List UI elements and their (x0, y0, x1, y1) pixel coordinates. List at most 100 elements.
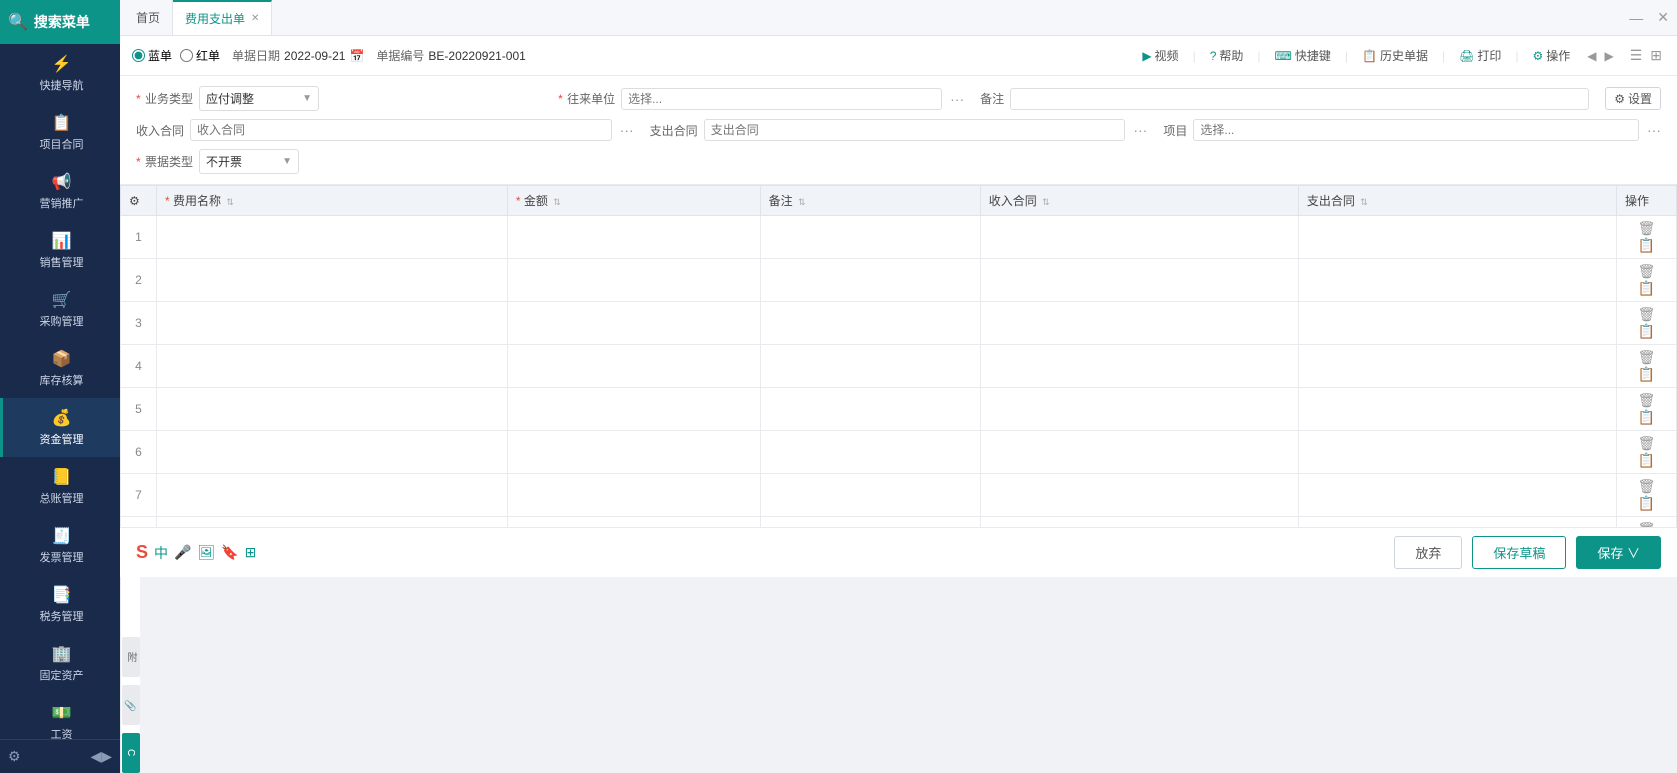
cell-expense-contract[interactable] (1298, 388, 1616, 431)
footer-icon-grid[interactable]: ⊞ (245, 544, 257, 561)
sidebar-item-fixed-assets[interactable]: 🏢固定资产 (0, 634, 120, 693)
sidebar-item-sales-mgmt[interactable]: 📊销售管理 (0, 221, 120, 280)
cell-expense-contract[interactable] (1298, 431, 1616, 474)
sidebar-item-quick-nav[interactable]: ⚡快捷导航 (0, 44, 120, 103)
cell-expense-name[interactable] (157, 345, 508, 388)
cell-income-contract[interactable] (980, 388, 1298, 431)
delete-row-btn[interactable]: 🗑 (1638, 392, 1656, 408)
list-view-icon[interactable]: ☰ (1627, 46, 1646, 65)
cell-expense-name[interactable] (157, 259, 508, 302)
nav-prev[interactable]: ◀ (1584, 48, 1599, 64)
partner-input[interactable] (621, 88, 942, 110)
cell-income-contract[interactable] (980, 517, 1298, 528)
teal-panel[interactable]: C (122, 733, 140, 773)
tab-expense-close[interactable]: ✕ (251, 13, 259, 24)
business-type-select[interactable]: 应付调整 ▼ (199, 86, 319, 111)
settings-icon[interactable]: ⚙ (8, 748, 21, 765)
cell-expense-name[interactable] (157, 431, 508, 474)
copy-row-btn[interactable]: 📋 (1638, 323, 1655, 339)
cell-amount[interactable] (507, 517, 760, 528)
set-button[interactable]: ⚙ 设置 (1605, 87, 1661, 110)
cell-notes[interactable] (760, 517, 980, 528)
copy-row-btn[interactable]: 📋 (1638, 452, 1655, 468)
btn-video[interactable]: ▶ 视频 (1138, 45, 1182, 66)
income-contract-dots[interactable]: ··· (620, 122, 634, 138)
calendar-icon[interactable]: 📅 (349, 49, 364, 63)
btn-operate[interactable]: ⚙ 操作 (1528, 45, 1574, 66)
sidebar-item-invoice-mgmt[interactable]: 🧾发票管理 (0, 516, 120, 575)
delete-row-btn[interactable]: 🗑 (1638, 263, 1656, 279)
nav-next[interactable]: ▶ (1601, 48, 1616, 64)
discard-button[interactable]: 放弃 (1394, 536, 1462, 569)
radio-blue-label[interactable]: 蓝单 (132, 47, 172, 64)
project-input[interactable] (1193, 119, 1639, 141)
sidebar-item-accounting[interactable]: 📒总账管理 (0, 457, 120, 516)
cell-notes[interactable] (760, 345, 980, 388)
cell-notes[interactable] (760, 259, 980, 302)
sidebar-item-inventory[interactable]: 📦库存核算 (0, 339, 120, 398)
cell-income-contract[interactable] (980, 216, 1298, 259)
cell-income-contract[interactable] (980, 345, 1298, 388)
cell-expense-name[interactable] (157, 216, 508, 259)
cell-income-contract[interactable] (980, 259, 1298, 302)
footer-icon-img[interactable]: 🖼 (197, 544, 215, 561)
btn-shortcut[interactable]: ⌨ 快捷键 (1271, 45, 1335, 66)
copy-row-btn[interactable]: 📋 (1638, 366, 1655, 382)
clip-panel[interactable]: 📎 (122, 685, 140, 725)
cell-income-contract[interactable] (980, 431, 1298, 474)
sidebar-item-project-contract[interactable]: 📋项目合同 (0, 103, 120, 162)
save-button[interactable]: 保存 ∨ (1576, 536, 1661, 569)
docno-value[interactable]: BE-20220921-001 (428, 49, 525, 63)
copy-row-btn[interactable]: 📋 (1638, 495, 1655, 511)
cell-amount[interactable] (507, 474, 760, 517)
project-dots[interactable]: ··· (1647, 122, 1661, 138)
cell-income-contract[interactable] (980, 474, 1298, 517)
cell-expense-contract[interactable] (1298, 517, 1616, 528)
sidebar-header[interactable]: 🔍 搜索菜单 (0, 0, 120, 44)
delete-row-btn[interactable]: 🗑 (1638, 349, 1656, 365)
th-gear[interactable]: ⚙ (121, 186, 157, 216)
radio-blue[interactable] (132, 49, 145, 62)
attachment-panel[interactable]: 附 (122, 637, 140, 677)
cell-expense-contract[interactable] (1298, 474, 1616, 517)
cell-notes[interactable] (760, 216, 980, 259)
sidebar-item-purchase-mgmt[interactable]: 🛒采购管理 (0, 280, 120, 339)
cell-expense-name[interactable] (157, 474, 508, 517)
copy-row-btn[interactable]: 📋 (1638, 237, 1655, 253)
cell-expense-contract[interactable] (1298, 216, 1616, 259)
cell-amount[interactable] (507, 388, 760, 431)
radio-red[interactable] (180, 49, 193, 62)
cell-notes[interactable] (760, 388, 980, 431)
expense-contract-dots[interactable]: ··· (1133, 122, 1147, 138)
cell-expense-contract[interactable] (1298, 259, 1616, 302)
sidebar-item-capital-mgmt[interactable]: 💰资金管理 (0, 398, 120, 457)
cell-notes[interactable] (760, 302, 980, 345)
cell-amount[interactable] (507, 259, 760, 302)
invoice-type-select[interactable]: 不开票 ▼ (199, 149, 299, 174)
cell-amount[interactable] (507, 302, 760, 345)
sidebar-item-salary[interactable]: 💵工资 (0, 693, 120, 739)
btn-history[interactable]: 📋 历史单据 (1358, 45, 1432, 66)
cell-notes[interactable] (760, 474, 980, 517)
cell-expense-contract[interactable] (1298, 345, 1616, 388)
grid-view-icon[interactable]: ⊞ (1647, 46, 1665, 65)
cell-notes[interactable] (760, 431, 980, 474)
tab-expense[interactable]: 费用支出单 ✕ (173, 0, 272, 35)
btn-print[interactable]: 🖨 打印 (1455, 45, 1505, 66)
tab-home[interactable]: 首页 (124, 0, 173, 35)
cell-income-contract[interactable] (980, 302, 1298, 345)
delete-row-btn[interactable]: 🗑 (1638, 306, 1656, 322)
radio-red-label[interactable]: 红单 (180, 47, 220, 64)
cell-expense-name[interactable] (157, 302, 508, 345)
delete-row-btn[interactable]: 🗑 (1638, 220, 1656, 236)
window-minimize[interactable]: — (1625, 8, 1647, 28)
cell-amount[interactable] (507, 345, 760, 388)
window-close[interactable]: ✕ (1653, 7, 1673, 28)
delete-row-btn[interactable]: 🗑 (1638, 478, 1656, 494)
footer-icon-zhong[interactable]: 中 (154, 543, 168, 563)
cell-expense-contract[interactable] (1298, 302, 1616, 345)
footer-icon-mic[interactable]: 🎤 (174, 544, 191, 561)
footer-icon-s[interactable]: S (136, 542, 148, 563)
copy-row-btn[interactable]: 📋 (1638, 409, 1655, 425)
cell-amount[interactable] (507, 216, 760, 259)
